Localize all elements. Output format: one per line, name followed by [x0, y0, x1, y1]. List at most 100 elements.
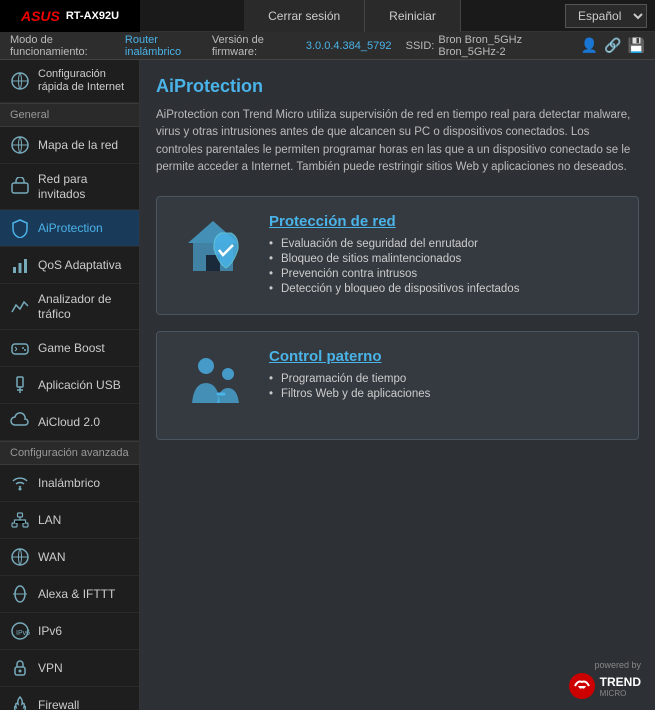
ssid-label: SSID: — [406, 40, 435, 52]
traffic-icon — [10, 297, 30, 317]
sidebar-item-aicloud-label: AiCloud 2.0 — [38, 415, 100, 429]
sidebar-item-lan-label: LAN — [38, 513, 61, 527]
mode-value[interactable]: Router inalámbrico — [125, 34, 208, 58]
cerrar-sesion-button[interactable]: Cerrar sesión — [244, 0, 365, 32]
sidebar-item-wireless[interactable]: Inalámbrico — [0, 465, 139, 502]
content-area: AiProtection AiProtection con Trend Micr… — [140, 60, 655, 710]
language-select[interactable]: Español English — [565, 4, 647, 28]
parental-control-item-0: Programación de tiempo — [269, 373, 622, 385]
status-icons: 👤 🔗 💾 — [581, 37, 645, 54]
parental-control-card: Control paterno Programación de tiempo F… — [156, 331, 639, 440]
page-description: AiProtection con Trend Micro utiliza sup… — [156, 107, 639, 176]
lan-icon — [10, 510, 30, 530]
advanced-section-header: Configuración avanzada — [0, 441, 139, 465]
sidebar-item-wan[interactable]: WAN — [0, 539, 139, 576]
sidebar: Configuración rápida de Internet General… — [0, 60, 140, 710]
wan-icon — [10, 547, 30, 567]
sidebar-item-firewall[interactable]: Firewall — [0, 687, 139, 710]
network-protection-title[interactable]: Protección de red — [269, 213, 622, 230]
internet-icon — [10, 71, 30, 91]
sidebar-item-traffic[interactable]: Analizador de tráfico — [0, 284, 139, 330]
network-protection-card: Protección de red Evaluación de segurida… — [156, 196, 639, 315]
sidebar-item-lan[interactable]: LAN — [0, 502, 139, 539]
wireless-icon — [10, 473, 30, 493]
aiprotection-icon — [10, 218, 30, 238]
trend-text-container: TREND MICRO — [600, 675, 641, 698]
sidebar-item-vpn-label: VPN — [38, 661, 63, 675]
person-icon: 👤 — [581, 37, 598, 54]
sidebar-item-vpn[interactable]: VPN — [0, 650, 139, 687]
usb-status-icon: 💾 — [628, 37, 645, 54]
network-protection-item-2: Prevención contra intrusos — [269, 268, 622, 280]
micro-label: MICRO — [600, 689, 641, 698]
reiniciar-button[interactable]: Reiniciar — [365, 0, 461, 32]
main-layout: Configuración rápida de Internet General… — [0, 60, 655, 710]
router-model: RT-AX92U — [66, 10, 119, 22]
sidebar-item-alexa[interactable]: Alexa & IFTTT — [0, 576, 139, 613]
svg-text:IPv6: IPv6 — [16, 630, 30, 637]
sidebar-item-aiprotection[interactable]: AiProtection — [0, 210, 139, 247]
trend-label: TREND — [600, 675, 641, 689]
sidebar-item-wireless-label: Inalámbrico — [38, 476, 100, 490]
sidebar-item-map-label: Mapa de la red — [38, 138, 118, 152]
mode-label: Modo de funcionamiento: — [10, 34, 121, 58]
sidebar-item-ipv6-label: IPv6 — [38, 624, 62, 638]
network-protection-list: Evaluación de seguridad del enrutador Bl… — [269, 238, 622, 295]
sidebar-item-guest[interactable]: Red para invitados — [0, 164, 139, 210]
parental-control-svg — [176, 348, 251, 423]
firewall-icon — [10, 695, 30, 710]
network-protection-item-0: Evaluación de seguridad del enrutador — [269, 238, 622, 250]
top-nav: Cerrar sesión Reiniciar — [140, 0, 565, 32]
guest-icon — [10, 177, 30, 197]
parental-control-content: Control paterno Programación de tiempo F… — [269, 348, 622, 403]
ipv6-icon: IPv6 — [10, 621, 30, 641]
parental-control-list: Programación de tiempo Filtros Web y de … — [269, 373, 622, 400]
top-bar: ASUS RT-AX92U Cerrar sesión Reiniciar Es… — [0, 0, 655, 32]
alexa-icon — [10, 584, 30, 604]
sidebar-item-guest-label: Red para invitados — [38, 172, 129, 201]
trend-micro-logo: TREND MICRO — [568, 672, 641, 700]
general-section-header: General — [0, 103, 139, 127]
logo-area: ASUS RT-AX92U — [0, 0, 140, 32]
sidebar-item-gameboost[interactable]: Game Boost — [0, 330, 139, 367]
sidebar-item-usb[interactable]: Aplicación USB — [0, 367, 139, 404]
sidebar-item-map[interactable]: Mapa de la red — [0, 127, 139, 164]
powered-by: powered by TREND MICRO — [568, 660, 641, 700]
sidebar-item-usb-label: Aplicación USB — [38, 378, 121, 392]
map-icon — [10, 135, 30, 155]
sidebar-item-ipv6[interactable]: IPv6 IPv6 — [0, 613, 139, 650]
network-protection-item-3: Detección y bloqueo de dispositivos infe… — [269, 283, 622, 295]
ssid-values: Bron Bron_5GHz Bron_5GHz-2 — [438, 34, 576, 58]
powered-by-text: powered by — [594, 660, 641, 670]
sidebar-item-firewall-label: Firewall — [38, 698, 79, 710]
aicloud-icon — [10, 412, 30, 432]
usb-icon — [10, 375, 30, 395]
sidebar-item-internet-label: Configuración rápida de Internet — [38, 68, 129, 94]
qos-icon — [10, 255, 30, 275]
sidebar-item-gameboost-label: Game Boost — [38, 341, 105, 355]
trend-micro-logo-icon — [568, 672, 596, 700]
sidebar-item-qos-label: QoS Adaptativa — [38, 258, 121, 272]
firmware-label: Versión de firmware: — [212, 34, 302, 58]
sidebar-item-traffic-label: Analizador de tráfico — [38, 292, 129, 321]
parental-control-item-1: Filtros Web y de aplicaciones — [269, 388, 622, 400]
asus-logo: ASUS — [21, 8, 60, 24]
network-protection-icon-area — [173, 213, 253, 288]
network-protection-content: Protección de red Evaluación de segurida… — [269, 213, 622, 298]
sidebar-item-alexa-label: Alexa & IFTTT — [38, 587, 115, 601]
page-title: AiProtection — [156, 76, 639, 97]
sidebar-item-aiprotection-label: AiProtection — [38, 221, 103, 235]
sidebar-item-aicloud[interactable]: AiCloud 2.0 — [0, 404, 139, 441]
network-status-icon: 🔗 — [604, 37, 621, 54]
gameboost-icon — [10, 338, 30, 358]
status-bar: Modo de funcionamiento: Router inalámbri… — [0, 32, 655, 60]
sidebar-item-wan-label: WAN — [38, 550, 66, 564]
parental-control-icon-area — [173, 348, 253, 423]
network-protection-item-1: Bloqueo de sitios malintencionados — [269, 253, 622, 265]
sidebar-item-internet[interactable]: Configuración rápida de Internet — [0, 60, 139, 103]
parental-control-title[interactable]: Control paterno — [269, 348, 622, 365]
network-protection-svg — [176, 213, 251, 288]
vpn-icon — [10, 658, 30, 678]
sidebar-item-qos[interactable]: QoS Adaptativa — [0, 247, 139, 284]
firmware-value[interactable]: 3.0.0.4.384_5792 — [306, 40, 392, 52]
